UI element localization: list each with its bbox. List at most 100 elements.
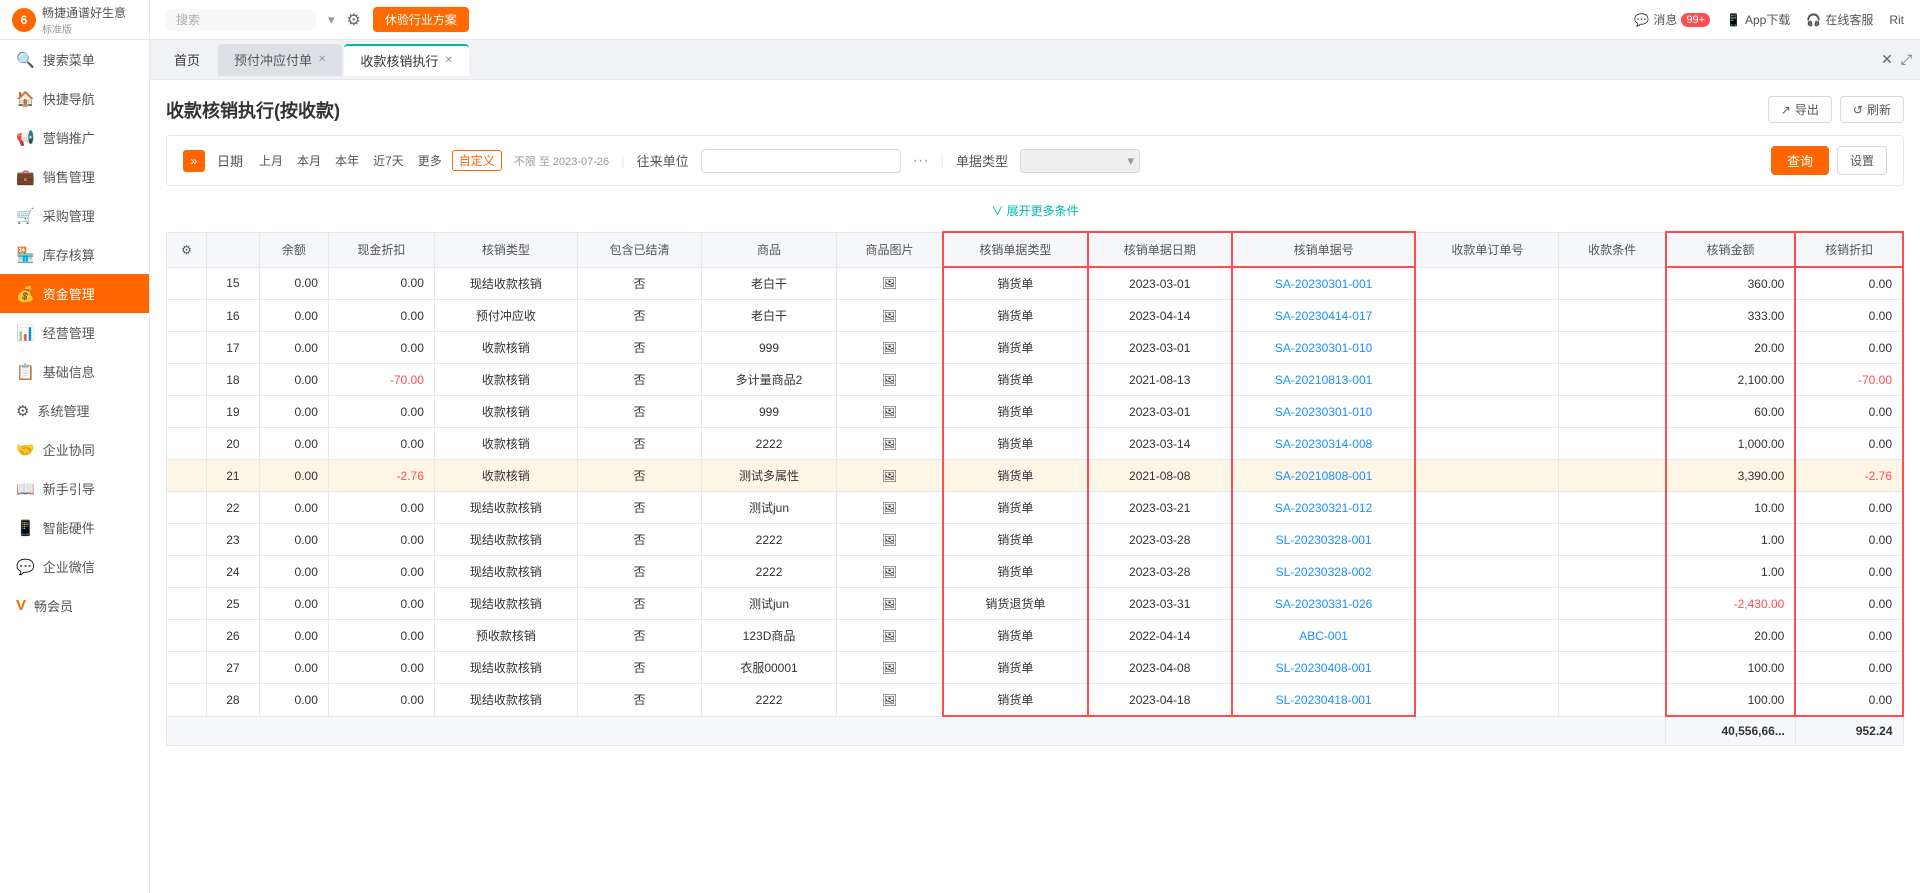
source-unit-input[interactable] [701,149,901,173]
table-cell: 否 [577,364,701,396]
total-write-off-discount: 952.24 [1795,716,1903,746]
table-cell: 0.00 [328,588,434,620]
date-custom-btn[interactable]: 自定义 [452,150,502,171]
logo-section: 6 畅捷通谱好生意 标准版 [0,0,150,39]
sidebar-item-marketing[interactable]: 📢 营销推广 [0,118,149,157]
table-cell: 否 [577,460,701,492]
table-cell: 预付冲应收 [434,300,577,332]
sidebar-item-hardware[interactable]: 📱 智能硬件 [0,508,149,547]
message-action[interactable]: 💬 消息 99+ [1634,11,1710,28]
table-cell [1415,524,1559,556]
query-btn[interactable]: 查询 [1771,146,1829,175]
refresh-btn[interactable]: ↺ 刷新 [1840,96,1904,123]
receipt-no-link[interactable]: ABC-001 [1232,620,1415,652]
tab-receipt-write-off[interactable]: 收款核销执行 ✕ [344,44,468,76]
page-title: 收款核销执行(按收款) [166,97,340,123]
receipt-no-link[interactable]: SA-20230414-017 [1232,300,1415,332]
sidebar-item-quick-nav[interactable]: 🏠 快捷导航 [0,79,149,118]
table-cell [1559,332,1666,364]
tab-prepay-close[interactable]: ✕ [318,54,326,65]
receipt-no-link[interactable]: SA-20230301-001 [1232,267,1415,300]
receipt-no-link[interactable]: SA-20230314-008 [1232,428,1415,460]
tab-receipt-write-off-close[interactable]: ✕ [444,55,452,66]
table-cell: 0.00 [328,267,434,300]
app-download-action[interactable]: 📱 App下载 [1726,11,1790,28]
receipt-no-link[interactable]: SA-20230331-026 [1232,588,1415,620]
user-action[interactable]: Rit [1889,13,1904,27]
window-close-btn[interactable]: ✕ [1881,51,1893,68]
sidebar-item-search[interactable]: 🔍 搜索菜单 [0,40,149,79]
table-cell: 360.00 [1666,267,1796,300]
sidebar-item-sales[interactable]: 💼 销售管理 [0,157,149,196]
date-link-7days[interactable]: 近7天 [369,150,408,171]
table-cell: 0.00 [259,396,328,428]
receipt-no-link[interactable]: SA-20230301-010 [1232,332,1415,364]
receipt-no-link[interactable]: SL-20230328-001 [1232,524,1415,556]
table-cell: 0.00 [259,524,328,556]
sidebar-item-operation[interactable]: 📊 经营管理 [0,313,149,352]
receipt-no-link[interactable]: SL-20230418-001 [1232,684,1415,717]
online-service-label: 在线客服 [1825,11,1873,28]
table-cell: 2023-03-01 [1088,267,1232,300]
table-row: 170.000.00收款核销否999🖼销货单2023-03-01SA-20230… [167,332,1904,364]
table-cell: 销货单 [943,428,1087,460]
nav-search-input[interactable] [166,9,316,31]
voucher-type-select[interactable] [1020,149,1140,173]
receipt-no-link[interactable]: SL-20230408-001 [1232,652,1415,684]
gear-icon[interactable]: ⚙ [347,10,361,30]
table-cell: 🖼 [836,652,943,684]
table-cell: 0.00 [259,267,328,300]
table-cell: 0.00 [328,620,434,652]
sidebar-item-guide[interactable]: 📖 新手引导 [0,469,149,508]
settings-btn[interactable]: 设置 [1837,146,1887,175]
online-service-action[interactable]: 🎧 在线客服 [1806,11,1873,28]
table-cell: 25 [207,588,260,620]
receipt-no-link[interactable]: SA-20210808-001 [1232,460,1415,492]
date-link-last-month[interactable]: 上月 [255,150,287,171]
expand-more-bar[interactable]: ∨ 展开更多条件 [166,198,1904,223]
th-gear[interactable]: ⚙ [167,232,207,267]
sidebar-item-inventory[interactable]: 🏪 库存核算 [0,235,149,274]
table-cell: 0.00 [1795,428,1903,460]
voucher-type-select-wrap: ▾ [1020,149,1140,173]
table-cell: 🖼 [836,684,943,717]
industry-btn[interactable]: 休验行业方案 [373,7,469,32]
filter-dots[interactable]: ··· [913,152,929,170]
operation-icon: 📊 [16,324,35,342]
table-cell: 否 [577,524,701,556]
window-maximize-btn[interactable]: ⤢ [1901,51,1912,68]
date-link-this-year[interactable]: 本年 [331,150,363,171]
sidebar-item-wechat[interactable]: 💬 企业微信 [0,547,149,586]
sidebar-item-system[interactable]: ⚙ 系统管理 [0,391,149,430]
sidebar-item-finance[interactable]: 💰 资金管理 [0,274,149,313]
table-cell: 15 [207,267,260,300]
table-cell: 测试jun [702,588,837,620]
date-link-more[interactable]: 更多 [414,150,446,171]
search-icon: 🔍 [16,51,35,69]
sidebar-item-purchase[interactable]: 🛒 采购管理 [0,196,149,235]
tab-prepay[interactable]: 预付冲应付单 ✕ [218,44,342,76]
receipt-no-link[interactable]: SA-20230321-012 [1232,492,1415,524]
refresh-label: 刷新 [1867,101,1891,118]
table-cell [1559,588,1666,620]
table-cell: 测试多属性 [702,460,837,492]
table-cell: 0.00 [328,300,434,332]
receipt-no-link[interactable]: SL-20230328-002 [1232,556,1415,588]
headset-icon: 🎧 [1806,13,1821,27]
table-cell [1415,684,1559,717]
date-link-this-month[interactable]: 本月 [293,150,325,171]
export-btn[interactable]: ↗ 导出 [1768,96,1832,123]
sidebar-item-basic-info[interactable]: 📋 基础信息 [0,352,149,391]
receipt-no-link[interactable]: SA-20230301-010 [1232,396,1415,428]
filter-toggle-btn[interactable]: » [183,150,205,172]
table-cell: 0.00 [259,652,328,684]
table-cell: 26 [207,620,260,652]
table-cell: 否 [577,492,701,524]
th-write-off-discount: 核销折扣 [1795,232,1903,267]
tab-home[interactable]: 首页 [158,44,216,76]
table-cell [167,556,207,588]
receipt-no-link[interactable]: SA-20210813-001 [1232,364,1415,396]
sidebar-item-member[interactable]: V 畅会员 [0,586,149,625]
table-cell: 收款核销 [434,396,577,428]
sidebar-item-enterprise[interactable]: 🤝 企业协同 [0,430,149,469]
